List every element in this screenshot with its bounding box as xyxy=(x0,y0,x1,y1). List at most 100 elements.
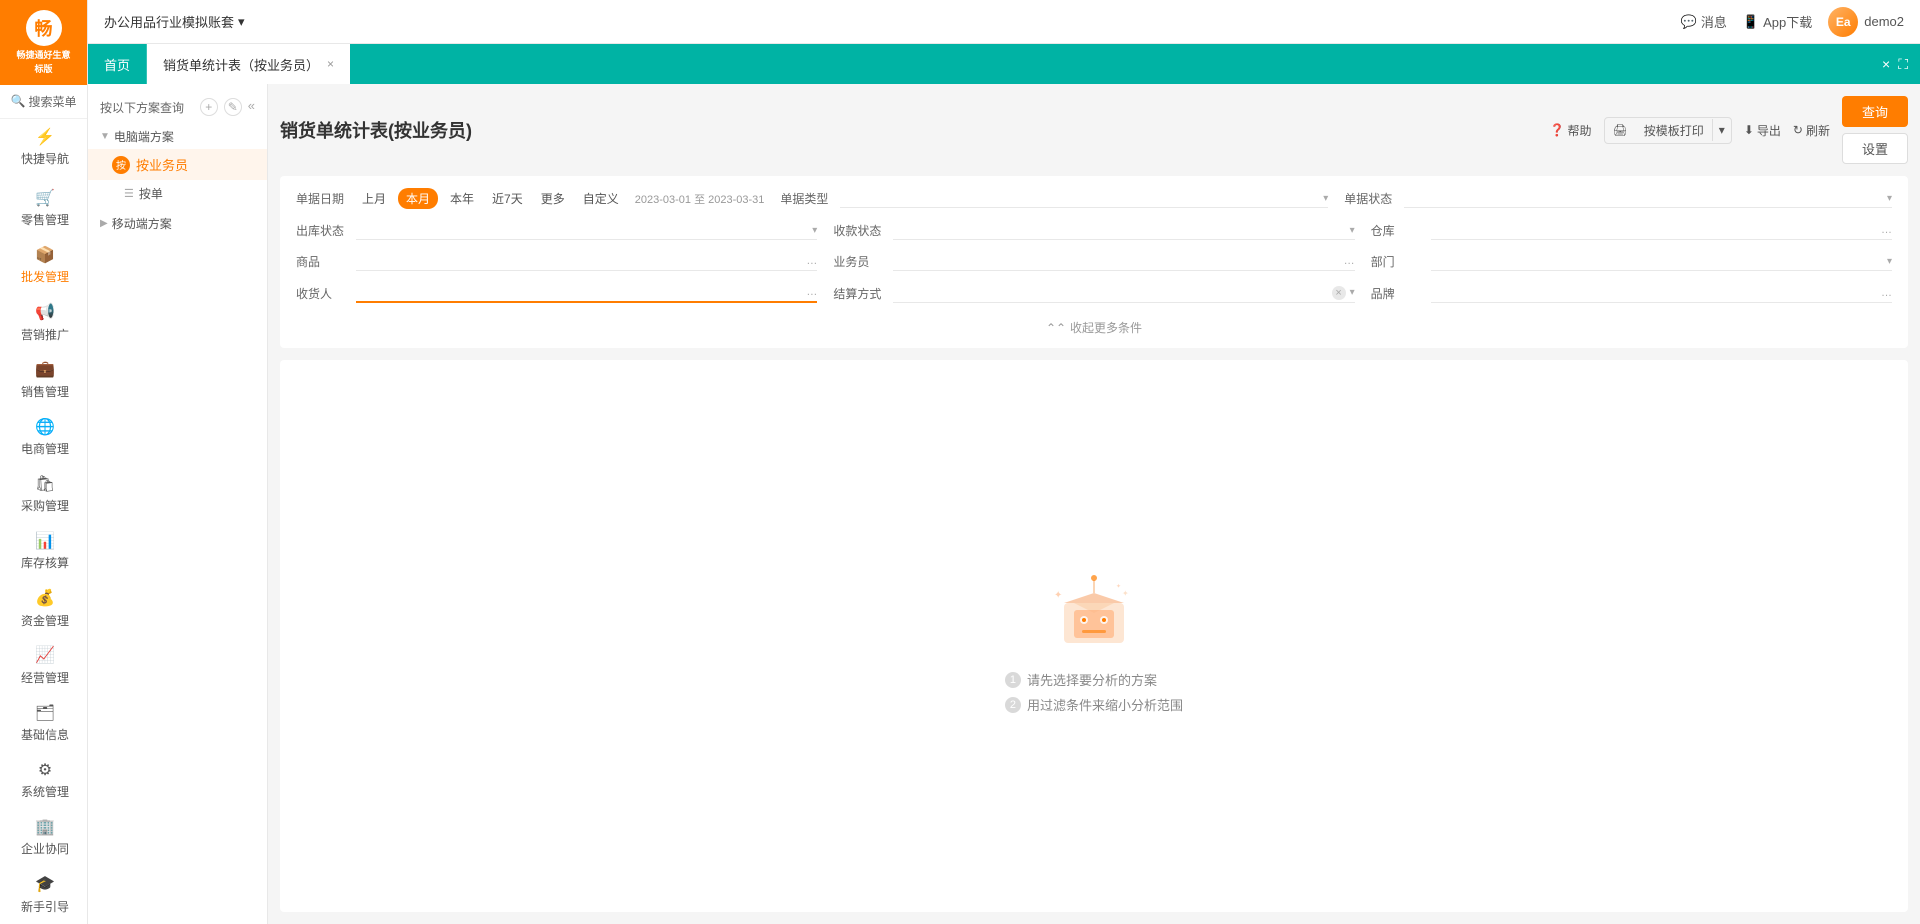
logo-symbol: 畅 xyxy=(35,15,53,41)
salesperson-label: 业务员 xyxy=(833,253,893,270)
settings-button[interactable]: 设置 xyxy=(1842,133,1908,164)
date-btn-more[interactable]: 更多 xyxy=(535,188,571,209)
sidebar-search-menu[interactable]: 🔍 搜索菜单 xyxy=(0,85,87,119)
out-status-dropdown-icon[interactable]: ▾ xyxy=(812,225,817,236)
sidebar-item-operations[interactable]: 📈 经营管理 xyxy=(0,637,87,694)
wholesale-label: 批发管理 xyxy=(21,269,69,286)
receive-status-dropdown-icon[interactable]: ▾ xyxy=(1350,225,1355,236)
bill-status-control: ▾ xyxy=(1404,189,1892,208)
user-profile-button[interactable]: Ea demo2 xyxy=(1828,7,1904,37)
date-btn-thisyear[interactable]: 本年 xyxy=(444,188,480,209)
sidebar-item-sales[interactable]: 💼 销售管理 xyxy=(0,351,87,408)
sidebar-item-ecommerce[interactable]: 🌐 电商管理 xyxy=(0,409,87,466)
filter-out-status-field: 出库状态 ▾ xyxy=(296,221,817,240)
sidebar-item-enterprise[interactable]: 🏢 企业协同 xyxy=(0,809,87,866)
salesperson-input[interactable] xyxy=(893,254,1341,268)
bill-type-input[interactable] xyxy=(840,191,1323,205)
sidebar-item-retail[interactable]: 🛒 零售管理 xyxy=(0,180,87,237)
sidebar-item-newbie[interactable]: 🎓 新手引导 xyxy=(0,866,87,923)
print-button[interactable]: 🖨 按模板打印 ▾ xyxy=(1604,117,1732,144)
settle-control: × ▾ xyxy=(893,284,1354,303)
filter-goods-field: 商品 … xyxy=(296,252,817,271)
retail-label: 零售管理 xyxy=(21,212,69,229)
panel-add-button[interactable]: + xyxy=(200,98,218,116)
tree-sub-item-label: 按单 xyxy=(139,185,163,202)
sidebar-item-inventory[interactable]: 📊 库存核算 xyxy=(0,523,87,580)
sidebar-item-purchase[interactable]: 🛍 采购管理 xyxy=(0,466,87,523)
sidebar-item-basic[interactable]: 🗂 基础信息 xyxy=(0,695,87,752)
app-download-button[interactable]: 📱 App下载 xyxy=(1743,12,1812,31)
sidebar-item-marketing[interactable]: 📢 营销推广 xyxy=(0,294,87,351)
svg-text:✦: ✦ xyxy=(1116,583,1121,590)
brand-label: 品牌 xyxy=(1371,285,1431,302)
dept-input[interactable] xyxy=(1431,254,1887,268)
panel-edit-button[interactable]: ✎ xyxy=(224,98,242,116)
enterprise-label: 企业协同 xyxy=(21,841,69,858)
tree-sub-icon: ☰ xyxy=(124,187,134,200)
goods-more-icon[interactable]: … xyxy=(806,255,817,267)
print-dropdown-icon[interactable]: ▾ xyxy=(1712,119,1731,141)
tree-group-mobile[interactable]: ▶ 移动端方案 xyxy=(88,211,267,236)
bill-status-dropdown-icon[interactable]: ▾ xyxy=(1887,193,1892,204)
sidebar-item-wholesale[interactable]: 📦 批发管理 xyxy=(0,237,87,294)
warehouse-more-icon[interactable]: … xyxy=(1881,224,1892,236)
help-button[interactable]: ❓ 帮助 xyxy=(1550,122,1592,139)
tip-text-1: 请先选择要分析的方案 xyxy=(1027,670,1157,689)
consignee-more-icon[interactable]: … xyxy=(806,286,817,298)
goods-label: 商品 xyxy=(296,253,356,270)
date-btn-lastmonth[interactable]: 上月 xyxy=(356,188,392,209)
tab-close-button[interactable]: × xyxy=(327,57,334,71)
tree-group2-arrow: ▶ xyxy=(100,218,108,229)
collapse-button[interactable]: ⌃⌃ 收起更多条件 xyxy=(1046,319,1142,336)
tab-close-right-button[interactable]: × xyxy=(1882,56,1890,72)
page-title-bar: 销货单统计表(按业务员) ❓ 帮助 🖨 按模板打印 ▾ ⬇ 导出 xyxy=(280,96,1908,164)
tree-group-desktop-header[interactable]: ▼ 电脑端方案 xyxy=(88,124,267,149)
receive-status-input[interactable] xyxy=(893,223,1349,237)
sidebar-item-quicknav[interactable]: ⚡ 快捷导航 xyxy=(0,119,87,176)
app-title-dropdown-icon[interactable]: ▾ xyxy=(238,14,245,30)
tree-item-by-salesperson[interactable]: 按 按业务员 xyxy=(88,149,267,180)
settle-dropdown-icon[interactable]: ▾ xyxy=(1350,287,1355,298)
refresh-button[interactable]: ↻ 刷新 xyxy=(1793,122,1830,139)
tree-sub-item-by-order[interactable]: ☰ 按单 xyxy=(88,180,267,207)
goods-input[interactable] xyxy=(356,254,804,268)
sidebar-item-finance[interactable]: 💰 资金管理 xyxy=(0,580,87,637)
empty-tip-2: 2 用过滤条件来缩小分析范围 xyxy=(1005,695,1183,714)
tab-maximize-button[interactable]: ⛶ xyxy=(1898,56,1908,73)
dept-dropdown-icon[interactable]: ▾ xyxy=(1887,256,1892,267)
empty-illustration: ✦ ✦ ✦ xyxy=(1044,558,1144,658)
settle-input[interactable] xyxy=(893,286,1331,300)
logo-icon: 畅 xyxy=(26,10,62,46)
retail-icon: 🛒 xyxy=(35,188,55,210)
sidebar-item-system[interactable]: ⚙ 系统管理 xyxy=(0,752,87,809)
sidebar-logo: 畅 畅捷通好生意 标版 xyxy=(0,0,88,85)
date-btn-7days[interactable]: 近7天 xyxy=(486,188,529,209)
avatar-initials: Ea xyxy=(1836,15,1851,29)
brand-more-icon[interactable]: … xyxy=(1881,287,1892,299)
consignee-input[interactable] xyxy=(356,285,804,299)
collapse-up-icon: ⌃⌃ xyxy=(1046,321,1066,335)
export-label: 导出 xyxy=(1757,122,1781,139)
warehouse-input[interactable] xyxy=(1431,223,1879,237)
out-status-input[interactable] xyxy=(356,223,812,237)
out-status-label: 出库状态 xyxy=(296,222,356,239)
panel-header-label: 按以下方案查询 xyxy=(100,99,184,116)
bill-type-dropdown-icon[interactable]: ▾ xyxy=(1323,193,1328,204)
tab-active[interactable]: 销货单统计表（按业务员） × xyxy=(147,44,350,84)
bill-status-input[interactable] xyxy=(1404,191,1887,205)
brand-control: … xyxy=(1431,284,1892,303)
receive-status-label: 收款状态 xyxy=(833,222,893,239)
date-btn-custom[interactable]: 自定义 xyxy=(577,188,625,209)
date-range-value: 2023-03-01 至 2023-03-31 xyxy=(635,191,765,207)
brand-input[interactable] xyxy=(1431,286,1879,300)
query-button[interactable]: 查询 xyxy=(1842,96,1908,127)
panel-collapse-button[interactable]: « xyxy=(248,98,255,116)
salesperson-more-icon[interactable]: … xyxy=(1344,255,1355,267)
settle-clear-icon[interactable]: × xyxy=(1332,286,1346,300)
export-button[interactable]: ⬇ 导出 xyxy=(1744,122,1781,139)
svg-text:✦: ✦ xyxy=(1054,590,1062,601)
app-title: 办公用品行业模拟账套 ▾ xyxy=(104,12,245,31)
date-btn-thismonth[interactable]: 本月 xyxy=(398,188,438,209)
tab-home[interactable]: 首页 xyxy=(88,44,147,84)
message-button[interactable]: 💬 消息 xyxy=(1681,12,1727,31)
